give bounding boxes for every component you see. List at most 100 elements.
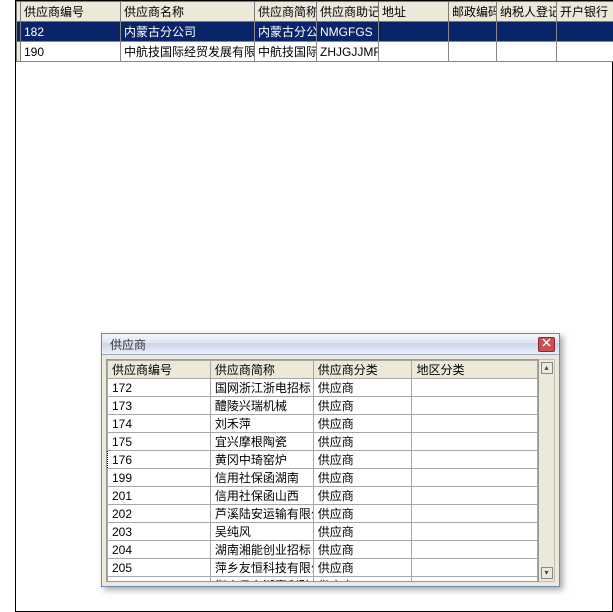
- cell-region[interactable]: [412, 415, 538, 433]
- cell-name[interactable]: 吴纯风: [210, 523, 313, 541]
- table-row[interactable]: 175宜兴摩根陶瓷供应商: [108, 433, 538, 451]
- cell-region[interactable]: [412, 397, 538, 415]
- cell-region[interactable]: [412, 505, 538, 523]
- cell-name[interactable]: 黄冈中琦窑炉: [210, 451, 313, 469]
- scroll-up-icon[interactable]: ▴: [541, 362, 553, 374]
- cell-name[interactable]: 芦溪陆安运输有限公司: [210, 505, 313, 523]
- cell-cat[interactable]: 供应商: [313, 487, 412, 505]
- col-addr[interactable]: 地址: [379, 2, 449, 22]
- table-row[interactable]: 176黄冈中琦窑炉供应商: [108, 451, 538, 469]
- table-row[interactable]: 205萍乡友恒科技有限公司供应商: [108, 559, 538, 577]
- cell-region[interactable]: [412, 451, 538, 469]
- cell-mnemo[interactable]: NMGFGS: [317, 22, 379, 42]
- cell-id[interactable]: 182: [21, 22, 121, 42]
- cell-name[interactable]: 国网浙江浙电招标: [210, 379, 313, 397]
- cell-cat[interactable]: 供应商: [313, 469, 412, 487]
- scroll-down-icon[interactable]: ▾: [541, 567, 553, 579]
- cell-region[interactable]: [412, 433, 538, 451]
- table-row[interactable]: 202芦溪陆安运输有限公司供应商: [108, 505, 538, 523]
- cell-cat[interactable]: 供应商: [313, 433, 412, 451]
- cell-addr[interactable]: [379, 22, 449, 42]
- supplier-popup-table[interactable]: 供应商编号 供应商简称 供应商分类 地区分类 172国网浙江浙电招标供应商173…: [107, 360, 538, 582]
- cell-region[interactable]: [412, 559, 538, 577]
- cell-id[interactable]: 175: [108, 433, 211, 451]
- cell-name[interactable]: 醴陵兴瑞机械: [210, 397, 313, 415]
- col-name[interactable]: 供应商名称: [121, 2, 255, 22]
- main-header-row: 供应商编号 供应商名称 供应商简称 供应商助记码 地址 邮政编码 纳税人登记号 …: [17, 2, 613, 22]
- col-id[interactable]: 供应商编号: [21, 2, 121, 22]
- cell-name[interactable]: 宜兴摩根陶瓷: [210, 433, 313, 451]
- cell-cat[interactable]: 供应商: [313, 523, 412, 541]
- cell-cat[interactable]: 供应商: [313, 397, 412, 415]
- cell-id[interactable]: 176: [108, 451, 211, 469]
- table-row[interactable]: 204湖南湘能创业招标供应商: [108, 541, 538, 559]
- cell-mnemo[interactable]: ZHJGJJMFZ: [317, 42, 379, 62]
- cell-bank[interactable]: [557, 42, 613, 62]
- cell-region[interactable]: [412, 541, 538, 559]
- cell-tax[interactable]: [497, 42, 557, 62]
- cell-short[interactable]: 中航技国际: [255, 42, 317, 62]
- col-tax[interactable]: 纳税人登记号: [497, 2, 557, 22]
- cell-id[interactable]: 205: [108, 559, 211, 577]
- cell-name[interactable]: 信用社保函湖南: [210, 469, 313, 487]
- table-row[interactable]: 172国网浙江浙电招标供应商: [108, 379, 538, 397]
- cell-region[interactable]: [412, 523, 538, 541]
- dialog-body: 供应商编号 供应商简称 供应商分类 地区分类 172国网浙江浙电招标供应商173…: [102, 355, 559, 586]
- cell-region[interactable]: [412, 577, 538, 583]
- table-row[interactable]: 182内蒙古分公司内蒙古分公司NMGFGS: [17, 22, 613, 42]
- cell-name[interactable]: 信用社保函山西: [210, 487, 313, 505]
- cell-id[interactable]: 202: [108, 505, 211, 523]
- cell-tax[interactable]: [497, 22, 557, 42]
- cell-id[interactable]: 203: [108, 523, 211, 541]
- cell-bank[interactable]: [557, 22, 613, 42]
- pcol-id[interactable]: 供应商编号: [108, 361, 211, 379]
- cell-name[interactable]: 中航技国际经贸发展有限公司: [121, 42, 255, 62]
- pcol-cat[interactable]: 供应商分类: [313, 361, 412, 379]
- cell-cat[interactable]: 供应商: [313, 559, 412, 577]
- cell-name[interactable]: 刘禾萍: [210, 415, 313, 433]
- col-short[interactable]: 供应商简称: [255, 2, 317, 22]
- table-row[interactable]: 199信用社保函湖南供应商: [108, 469, 538, 487]
- cell-id[interactable]: 201: [108, 487, 211, 505]
- cell-cat[interactable]: 供应商: [313, 505, 412, 523]
- cell-cat[interactable]: 供应商: [313, 577, 412, 583]
- supplier-main-table[interactable]: 供应商编号 供应商名称 供应商简称 供应商助记码 地址 邮政编码 纳税人登记号 …: [16, 1, 613, 62]
- cell-zip[interactable]: [449, 22, 497, 42]
- supplier-picker-dialog[interactable]: 供应商 供应商编号 供应商简称 供应商分类 地区分类 172国网浙江浙电招标供应: [101, 333, 560, 587]
- cell-region[interactable]: [412, 487, 538, 505]
- close-icon[interactable]: [538, 337, 555, 352]
- cell-addr[interactable]: [379, 42, 449, 62]
- cell-name[interactable]: 衡山县东湖嘉利矿: [210, 577, 313, 583]
- cell-cat[interactable]: 供应商: [313, 451, 412, 469]
- col-mnemo[interactable]: 供应商助记码: [317, 2, 379, 22]
- cell-id[interactable]: 174: [108, 415, 211, 433]
- cell-zip[interactable]: [449, 42, 497, 62]
- table-row[interactable]: 173醴陵兴瑞机械供应商: [108, 397, 538, 415]
- cell-name[interactable]: 萍乡友恒科技有限公司: [210, 559, 313, 577]
- cell-id[interactable]: 204: [108, 541, 211, 559]
- table-row[interactable]: 201信用社保函山西供应商: [108, 487, 538, 505]
- cell-cat[interactable]: 供应商: [313, 379, 412, 397]
- popup-scrollbar[interactable]: ▴ ▾: [539, 359, 555, 582]
- table-row[interactable]: 206衡山县东湖嘉利矿供应商: [108, 577, 538, 583]
- pcol-region[interactable]: 地区分类: [412, 361, 538, 379]
- cell-name[interactable]: 湖南湘能创业招标: [210, 541, 313, 559]
- dialog-titlebar[interactable]: 供应商: [102, 334, 559, 355]
- col-zip[interactable]: 邮政编码: [449, 2, 497, 22]
- cell-id[interactable]: 173: [108, 397, 211, 415]
- pcol-name[interactable]: 供应商简称: [210, 361, 313, 379]
- cell-id[interactable]: 206: [108, 577, 211, 583]
- cell-short[interactable]: 内蒙古分公司: [255, 22, 317, 42]
- cell-cat[interactable]: 供应商: [313, 415, 412, 433]
- cell-cat[interactable]: 供应商: [313, 541, 412, 559]
- cell-region[interactable]: [412, 379, 538, 397]
- cell-name[interactable]: 内蒙古分公司: [121, 22, 255, 42]
- table-row[interactable]: 190中航技国际经贸发展有限公司中航技国际ZHJGJJMFZ: [17, 42, 613, 62]
- cell-region[interactable]: [412, 469, 538, 487]
- cell-id[interactable]: 172: [108, 379, 211, 397]
- cell-id[interactable]: 190: [21, 42, 121, 62]
- table-row[interactable]: 203吴纯风供应商: [108, 523, 538, 541]
- table-row[interactable]: 174刘禾萍供应商: [108, 415, 538, 433]
- col-bank[interactable]: 开户银行: [557, 2, 613, 22]
- cell-id[interactable]: 199: [108, 469, 211, 487]
